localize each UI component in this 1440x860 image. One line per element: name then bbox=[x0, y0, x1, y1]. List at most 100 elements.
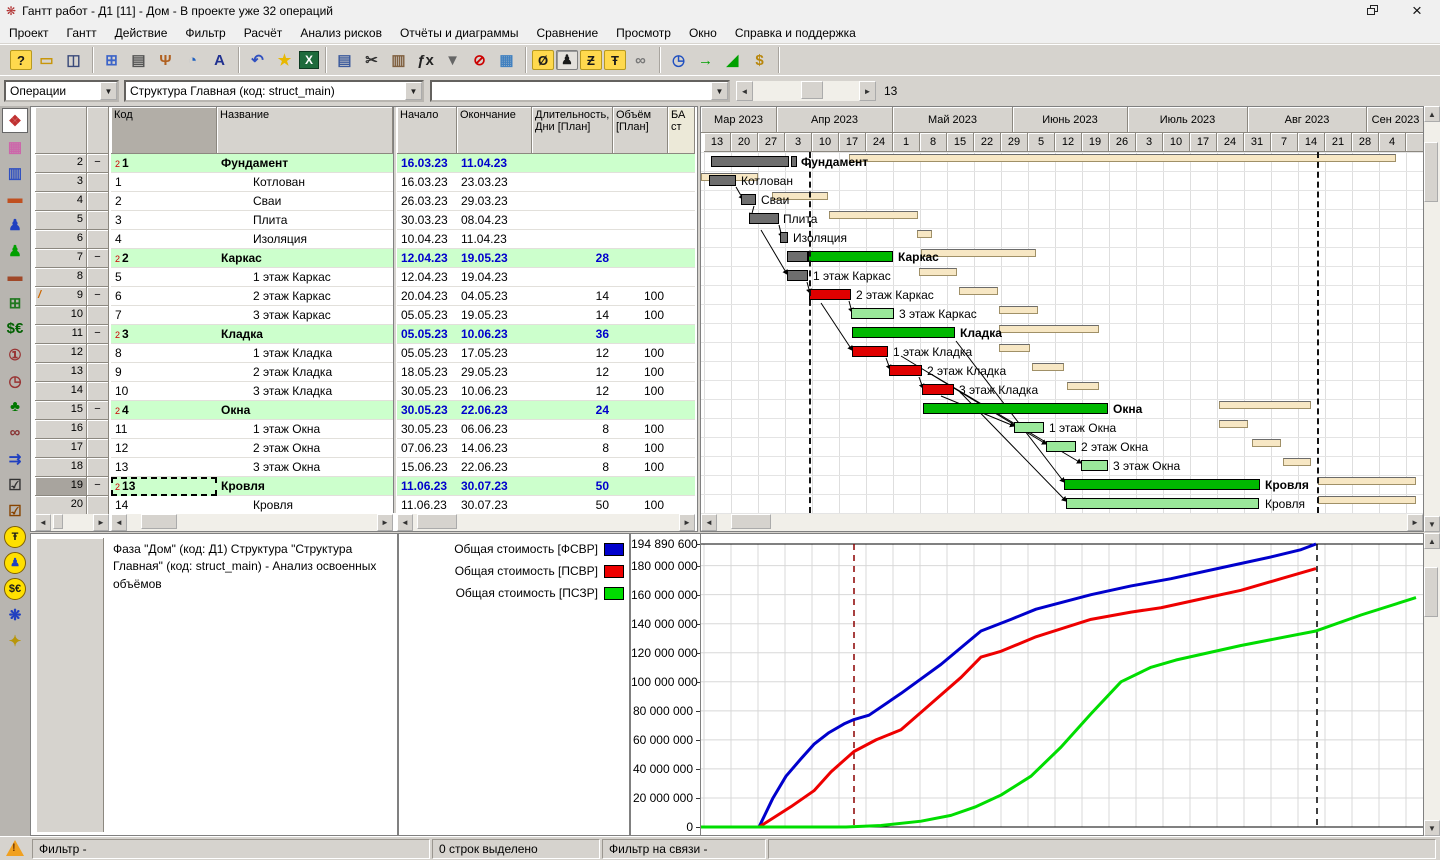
row-number-cell[interactable]: 8 bbox=[35, 268, 87, 287]
row-collapse-cell[interactable]: − bbox=[87, 325, 109, 344]
save-icon[interactable]: ◫ bbox=[61, 48, 86, 72]
left-pane-hscrollbar-right-arrow[interactable]: ► bbox=[377, 514, 393, 531]
resource-links-icon[interactable]: ⇉ bbox=[2, 446, 28, 471]
gantt-bar[interactable] bbox=[780, 232, 788, 243]
fonts-icon[interactable]: A bbox=[207, 48, 232, 72]
cell-end[interactable]: 22.06.23 bbox=[457, 458, 532, 477]
bolt-circle-icon[interactable]: Ŧ bbox=[2, 524, 28, 549]
cell-start[interactable]: 18.05.23 bbox=[397, 363, 457, 382]
menu-сравнение[interactable]: Сравнение bbox=[527, 24, 607, 42]
column-header-gutter0[interactable] bbox=[35, 107, 87, 154]
structure-combobox[interactable]: Структура Главная (код: struct_main) ▼ bbox=[124, 80, 424, 102]
right-pane-hscrollbar-right-arrow[interactable]: ► bbox=[679, 514, 695, 531]
gantt-bar[interactable] bbox=[711, 156, 789, 167]
cell-dur[interactable]: 8 bbox=[532, 439, 613, 458]
row-number-cell[interactable]: 13 bbox=[35, 363, 87, 382]
cut-icon[interactable]: ✂ bbox=[359, 48, 384, 72]
cell-end[interactable]: 30.07.23 bbox=[457, 496, 532, 515]
user-gears-icon[interactable]: ❋ bbox=[2, 602, 28, 627]
menu-справка-и-поддержка[interactable]: Справка и поддержка bbox=[726, 24, 865, 42]
cell-vol[interactable] bbox=[613, 477, 668, 496]
table-pane-splitter[interactable] bbox=[393, 107, 397, 513]
scroll-thumb[interactable] bbox=[801, 81, 823, 99]
formula-icon[interactable]: ƒx bbox=[413, 48, 438, 72]
gantt-bar[interactable] bbox=[791, 156, 797, 167]
cell-dur[interactable]: 50 bbox=[532, 496, 613, 515]
row-collapse-cell[interactable] bbox=[87, 420, 109, 439]
team-circle-icon[interactable]: ♟ bbox=[2, 550, 28, 575]
cell-vol[interactable] bbox=[613, 325, 668, 344]
cell-end[interactable]: 10.06.23 bbox=[457, 325, 532, 344]
copy-icon[interactable]: ▤ bbox=[332, 48, 357, 72]
links-chain-icon[interactable]: ∞ bbox=[628, 48, 653, 72]
cell-dur[interactable] bbox=[532, 192, 613, 211]
cell-code[interactable]: 5 bbox=[111, 268, 217, 287]
gantt-bar[interactable] bbox=[923, 403, 1108, 414]
cell-start[interactable]: 05.05.23 bbox=[397, 344, 457, 363]
cell-name[interactable]: 1 этаж Кладка bbox=[217, 344, 393, 363]
cell-name[interactable]: Кровля bbox=[217, 477, 393, 496]
cell-name[interactable]: 3 этаж Окна bbox=[217, 458, 393, 477]
cell-code[interactable]: 2 bbox=[111, 192, 217, 211]
chart-vscroll-track[interactable] bbox=[1424, 549, 1440, 820]
bricks-bolt-icon[interactable]: ▬ bbox=[2, 264, 28, 289]
chevron-down-icon[interactable]: ▼ bbox=[405, 82, 422, 100]
favorites-star-icon[interactable]: ★ bbox=[272, 48, 297, 72]
menu-анализ-рисков[interactable]: Анализ рисков bbox=[291, 24, 391, 42]
money-circle-icon[interactable]: $€ bbox=[2, 576, 28, 601]
object-type-combobox[interactable]: Операции ▼ bbox=[4, 80, 119, 102]
row-number-cell[interactable]: 17 bbox=[35, 439, 87, 458]
cell-vol[interactable] bbox=[613, 154, 668, 173]
cell-dur[interactable] bbox=[532, 154, 613, 173]
cell-name[interactable]: Фундамент bbox=[217, 154, 393, 173]
gantt-bar[interactable] bbox=[809, 289, 851, 300]
menu-просмотр[interactable]: Просмотр bbox=[607, 24, 680, 42]
menu-отч-ты-и-диаграммы[interactable]: Отчёты и диаграммы bbox=[391, 24, 527, 42]
cell-start[interactable]: 12.04.23 bbox=[397, 249, 457, 268]
cell-vol[interactable] bbox=[613, 211, 668, 230]
column-header-end[interactable]: Окончание bbox=[457, 107, 532, 154]
paste-icon[interactable]: ▥ bbox=[386, 48, 411, 72]
cell-dur[interactable]: 8 bbox=[532, 458, 613, 477]
cell-vol[interactable]: 100 bbox=[613, 458, 668, 477]
cell-start[interactable]: 30.03.23 bbox=[397, 211, 457, 230]
gantt-bar[interactable] bbox=[852, 327, 955, 338]
gutter-hscrollbar-thumb[interactable] bbox=[53, 514, 63, 529]
team-icon[interactable]: ♟ bbox=[2, 212, 28, 237]
cell-code[interactable]: 7 bbox=[111, 306, 217, 325]
row-collapse-cell[interactable]: − bbox=[87, 401, 109, 420]
row-number-cell[interactable]: 19 bbox=[35, 477, 87, 496]
resource-hours-icon[interactable]: Ƶ bbox=[580, 50, 602, 70]
cell-start[interactable]: 16.03.23 bbox=[397, 154, 457, 173]
cell-dur[interactable]: 50 bbox=[532, 477, 613, 496]
gantt-bar[interactable] bbox=[709, 175, 736, 186]
row-number-cell[interactable]: 12 bbox=[35, 344, 87, 363]
right-pane-hscrollbar-left-arrow[interactable]: ◄ bbox=[397, 514, 413, 531]
gantt-bar[interactable] bbox=[1046, 441, 1076, 452]
gantt-hscrollbar[interactable]: ◄ ► bbox=[701, 514, 1423, 531]
row-number-cell[interactable]: 20 bbox=[35, 496, 87, 515]
cell-name[interactable]: 2 этаж Каркас bbox=[217, 287, 393, 306]
cell-start[interactable]: 11.06.23 bbox=[397, 477, 457, 496]
gantt-hscrollbar-left-arrow[interactable]: ◄ bbox=[701, 514, 717, 531]
cell-name[interactable]: 2 этаж Кладка bbox=[217, 363, 393, 382]
money-calc-icon[interactable]: $ bbox=[747, 48, 772, 72]
row-collapse-cell[interactable] bbox=[87, 496, 109, 515]
color-grid-icon[interactable]: ▦ bbox=[2, 134, 28, 159]
cell-start[interactable]: 12.04.23 bbox=[397, 268, 457, 287]
cell-dur[interactable]: 24 bbox=[532, 401, 613, 420]
cell-code[interactable]: 9 bbox=[111, 363, 217, 382]
row-number-cell[interactable]: 7 bbox=[35, 249, 87, 268]
cell-dur[interactable]: 28 bbox=[532, 249, 613, 268]
cell-dur[interactable]: 12 bbox=[532, 382, 613, 401]
gutter-hscrollbar-track[interactable] bbox=[51, 514, 93, 531]
cell-name[interactable]: 1 этаж Окна bbox=[217, 420, 393, 439]
scroll-track[interactable] bbox=[753, 81, 859, 101]
cell-name[interactable]: Окна bbox=[217, 401, 393, 420]
undo-icon[interactable]: ↶ bbox=[245, 48, 270, 72]
column-header-start[interactable]: Начало bbox=[397, 107, 457, 154]
cell-start[interactable]: 30.05.23 bbox=[397, 382, 457, 401]
row-collapse-cell[interactable] bbox=[87, 230, 109, 249]
cell-code[interactable]: 12 bbox=[111, 439, 217, 458]
cell-code[interactable]: 14 bbox=[111, 496, 217, 515]
